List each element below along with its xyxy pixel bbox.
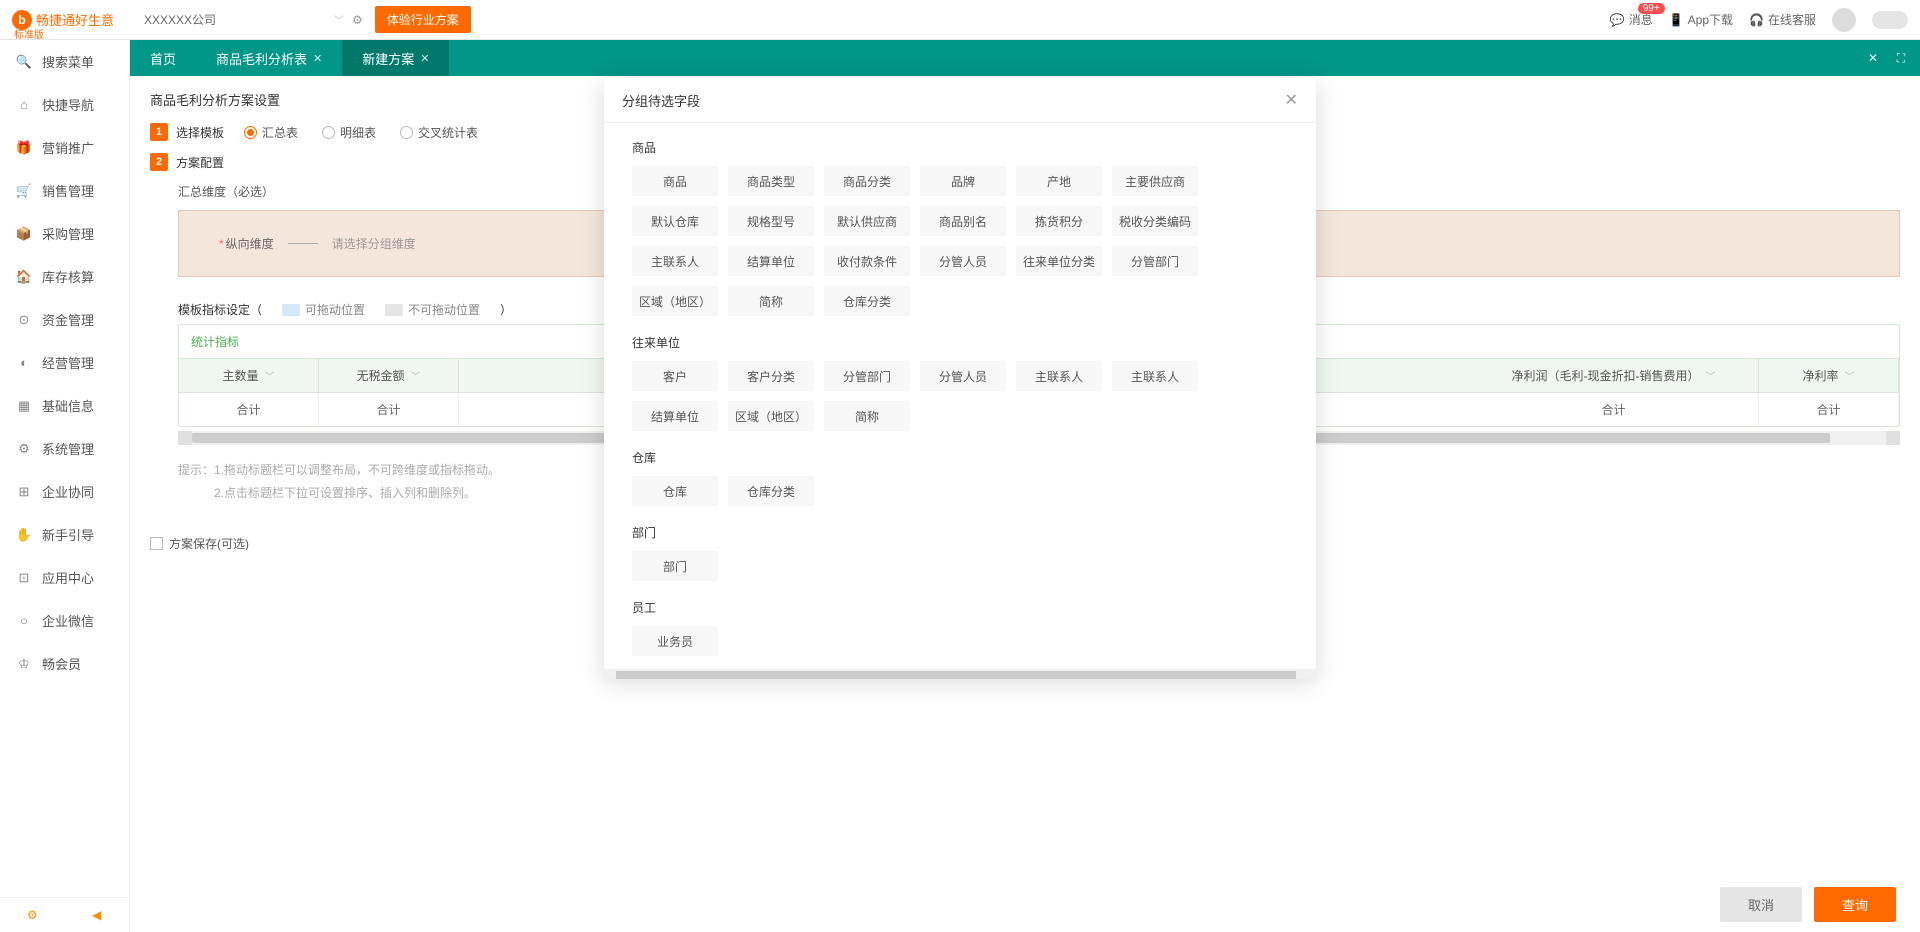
field-tag[interactable]: 主联系人: [632, 246, 718, 276]
field-tag[interactable]: 拣货积分: [1016, 206, 1102, 236]
field-tag[interactable]: 默认供应商: [824, 206, 910, 236]
field-tag[interactable]: 分管部门: [824, 361, 910, 391]
field-group-title: 商品: [632, 139, 1288, 156]
field-selector-modal: 分组待选字段 ✕ 商品商品商品类型商品分类品牌产地主要供应商默认仓库规格型号默认…: [604, 78, 1316, 678]
field-group-0: 商品商品商品类型商品分类品牌产地主要供应商默认仓库规格型号默认供应商商品别名拣货…: [632, 139, 1288, 316]
field-group-title: 仓库: [632, 449, 1288, 466]
field-group-title: 往来单位: [632, 334, 1288, 351]
field-tag[interactable]: 品牌: [920, 166, 1006, 196]
field-tag[interactable]: 收付款条件: [824, 246, 910, 276]
field-tag[interactable]: 产地: [1016, 166, 1102, 196]
field-tag[interactable]: 区域（地区）: [632, 286, 718, 316]
field-tag[interactable]: 分管人员: [920, 246, 1006, 276]
field-tag[interactable]: 主联系人: [1016, 361, 1102, 391]
field-tag[interactable]: 结算单位: [632, 401, 718, 431]
field-tag[interactable]: 税收分类编码: [1112, 206, 1198, 236]
field-tag[interactable]: 部门: [632, 551, 718, 581]
field-group-1: 往来单位客户客户分类分管部门分管人员主联系人主联系人结算单位区域（地区）简称: [632, 334, 1288, 431]
modal-header: 分组待选字段 ✕: [604, 78, 1316, 123]
modal-horizontal-scrollbar[interactable]: [604, 669, 1316, 678]
field-tags: 客户客户分类分管部门分管人员主联系人主联系人结算单位区域（地区）简称: [632, 361, 1288, 431]
modal-body: 商品商品商品类型商品分类品牌产地主要供应商默认仓库规格型号默认供应商商品别名拣货…: [604, 123, 1316, 669]
field-group-title: 部门: [632, 524, 1288, 541]
field-tag[interactable]: 仓库分类: [728, 476, 814, 506]
field-tag[interactable]: 仓库分类: [824, 286, 910, 316]
field-tag[interactable]: 商品别名: [920, 206, 1006, 236]
field-tag[interactable]: 客户分类: [728, 361, 814, 391]
field-tag[interactable]: 默认仓库: [632, 206, 718, 236]
field-tag[interactable]: 商品分类: [824, 166, 910, 196]
field-tag[interactable]: 主要供应商: [1112, 166, 1198, 196]
field-group-2: 仓库仓库仓库分类: [632, 449, 1288, 506]
field-tags: 商品商品类型商品分类品牌产地主要供应商默认仓库规格型号默认供应商商品别名拣货积分…: [632, 166, 1288, 316]
field-tag[interactable]: 往来单位分类: [1016, 246, 1102, 276]
field-tag[interactable]: 主联系人: [1112, 361, 1198, 391]
field-group-4: 员工业务员: [632, 599, 1288, 656]
field-tag[interactable]: 仓库: [632, 476, 718, 506]
modal-title: 分组待选字段: [622, 91, 700, 110]
field-tag[interactable]: 业务员: [632, 626, 718, 656]
field-tag[interactable]: 结算单位: [728, 246, 814, 276]
modal-close-button[interactable]: ✕: [1285, 90, 1298, 110]
field-tag[interactable]: 分管部门: [1112, 246, 1198, 276]
field-tags: 部门: [632, 551, 1288, 581]
field-tag[interactable]: 客户: [632, 361, 718, 391]
field-group-title: 员工: [632, 599, 1288, 616]
field-tag[interactable]: 简称: [824, 401, 910, 431]
field-tag[interactable]: 规格型号: [728, 206, 814, 236]
modal-scrollbar-thumb[interactable]: [616, 671, 1296, 679]
field-tag[interactable]: 商品: [632, 166, 718, 196]
field-tag[interactable]: 简称: [728, 286, 814, 316]
field-tags: 业务员: [632, 626, 1288, 656]
field-tag[interactable]: 分管人员: [920, 361, 1006, 391]
field-tag[interactable]: 商品类型: [728, 166, 814, 196]
field-group-3: 部门部门: [632, 524, 1288, 581]
field-tags: 仓库仓库分类: [632, 476, 1288, 506]
field-tag[interactable]: 区域（地区）: [728, 401, 814, 431]
